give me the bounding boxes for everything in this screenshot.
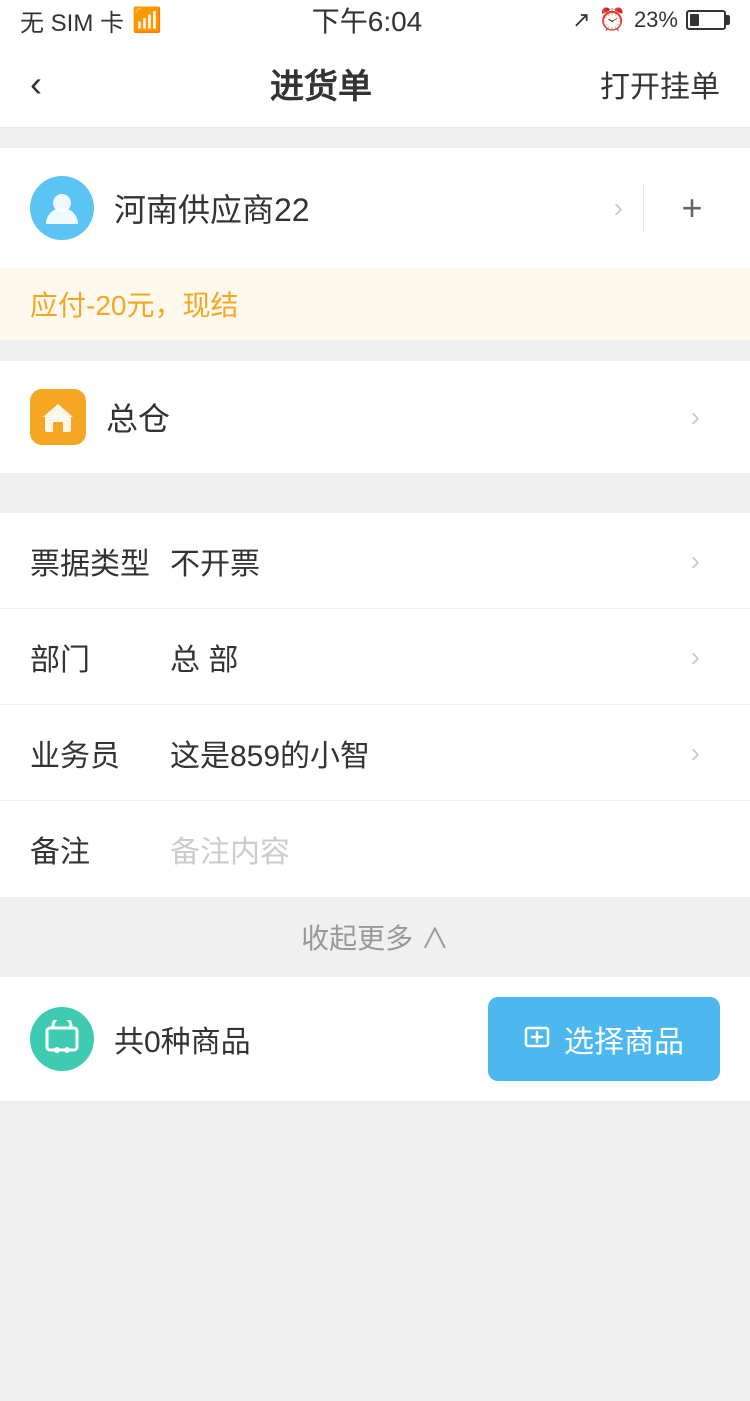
select-product-button[interactable]: 选择商品 xyxy=(488,997,720,1081)
supplier-avatar xyxy=(30,176,94,240)
warehouse-row[interactable]: 总仓 › xyxy=(0,360,750,473)
battery-icon xyxy=(686,10,730,30)
gap-2 xyxy=(0,340,750,360)
cart-icon xyxy=(43,1020,81,1058)
battery-text: 23% xyxy=(634,7,678,33)
supplier-name: 河南供应商22 xyxy=(114,185,614,231)
invoice-value: 不开票 xyxy=(170,539,691,583)
invoice-label: 票据类型 xyxy=(30,539,170,583)
main-content: 河南供应商22 › + 应付-20元，现结 总仓 › 票据类型 不开票 › xyxy=(0,128,750,1401)
status-bar: 无 SIM 卡 📶 下午6:04 ↗ ⏰ 23% xyxy=(0,0,750,40)
product-bar: 共0种商品 选择商品 xyxy=(0,977,750,1101)
carrier-text: 无 SIM 卡 xyxy=(20,3,124,38)
salesman-value: 这是859的小智 xyxy=(170,731,691,775)
gap-1 xyxy=(0,128,750,148)
supplier-row[interactable]: 河南供应商22 › + xyxy=(0,148,750,268)
location-icon: ↗ xyxy=(572,7,590,33)
invoice-chevron-icon: › xyxy=(691,545,700,577)
supplier-chevron-icon: › xyxy=(614,192,623,224)
warehouse-icon xyxy=(41,400,75,434)
department-row[interactable]: 部门 总 部 › xyxy=(0,609,750,705)
alarm-icon: ⏰ xyxy=(599,7,626,33)
salesman-row[interactable]: 业务员 这是859的小智 › xyxy=(0,705,750,801)
salesman-label: 业务员 xyxy=(30,731,170,775)
person-icon xyxy=(42,188,82,228)
collapse-button[interactable]: 收起更多 ∧ xyxy=(0,897,750,977)
status-time: 下午6:04 xyxy=(312,0,423,40)
status-left: 无 SIM 卡 📶 xyxy=(20,3,162,38)
supplier-notice: 应付-20元，现结 xyxy=(0,268,750,340)
page-title: 进货单 xyxy=(270,59,372,108)
status-right: ↗ ⏰ 23% xyxy=(572,7,730,33)
form-section: 票据类型 不开票 › 部门 总 部 › 业务员 这是859的小智 › 备注 备注… xyxy=(0,513,750,897)
wifi-icon: 📶 xyxy=(132,6,162,35)
warehouse-icon-wrap xyxy=(30,389,86,445)
add-supplier-button[interactable]: + xyxy=(664,180,720,236)
page-background xyxy=(0,1101,750,1401)
warehouse-label: 总仓 xyxy=(106,394,691,440)
department-value: 总 部 xyxy=(170,635,691,679)
salesman-chevron-icon: › xyxy=(691,737,700,769)
department-label: 部门 xyxy=(30,635,170,679)
invoice-row[interactable]: 票据类型 不开票 › xyxy=(0,513,750,609)
product-count: 共0种商品 xyxy=(114,1017,488,1061)
department-chevron-icon: › xyxy=(691,641,700,673)
nav-bar: ‹ 进货单 打开挂单 xyxy=(0,40,750,128)
warehouse-chevron-icon: › xyxy=(691,401,700,433)
select-product-icon xyxy=(524,1024,554,1054)
collapse-label: 收起更多 ∧ xyxy=(301,917,449,957)
gap-3 xyxy=(0,473,750,493)
select-product-label: 选择商品 xyxy=(564,1017,684,1061)
remark-input[interactable]: 备注内容 xyxy=(170,827,720,871)
supplier-section: 河南供应商22 › + 应付-20元，现结 xyxy=(0,148,750,340)
divider xyxy=(643,183,644,233)
open-pending-button[interactable]: 打开挂单 xyxy=(600,62,720,106)
remark-label: 备注 xyxy=(30,827,170,871)
product-icon-wrap xyxy=(30,1007,94,1071)
remark-row[interactable]: 备注 备注内容 xyxy=(0,801,750,897)
back-button[interactable]: ‹ xyxy=(30,63,42,105)
